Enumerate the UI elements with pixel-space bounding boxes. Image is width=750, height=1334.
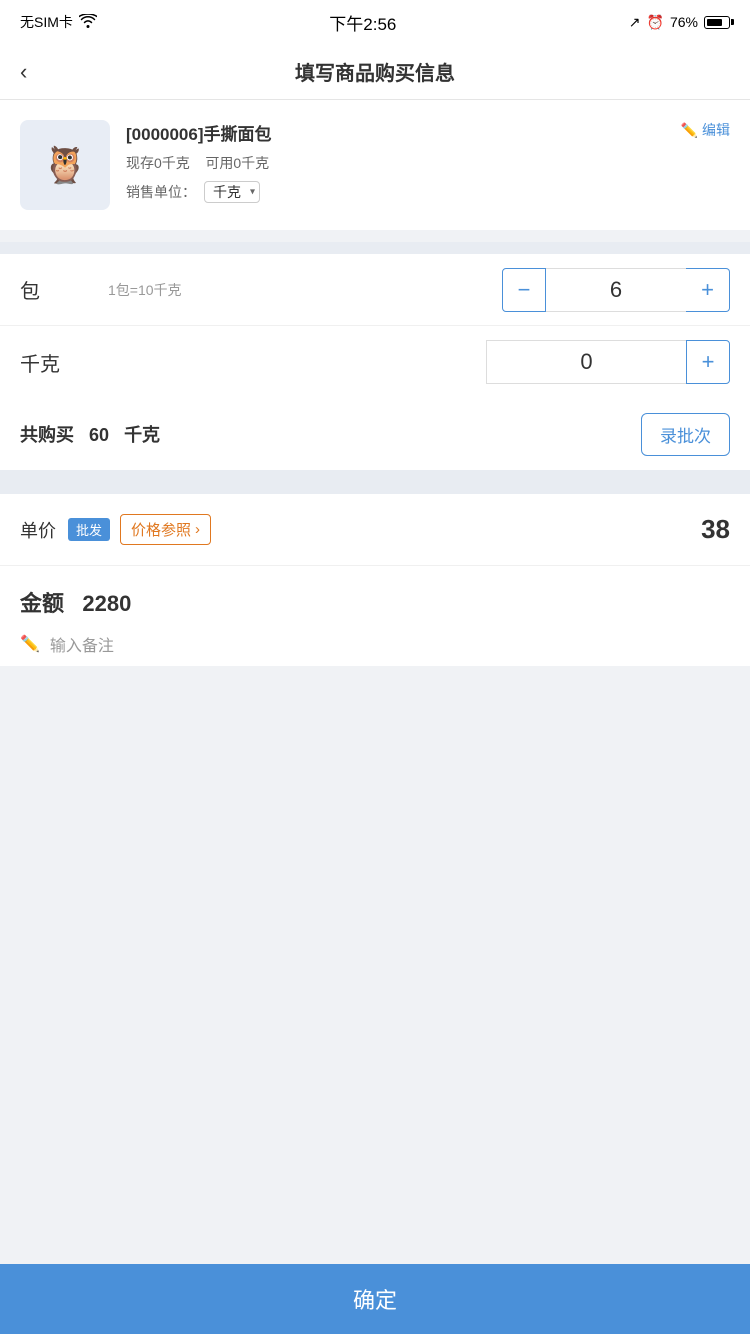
status-bar: 无SIM卡 下午2:56 ↗ ⏰ 76% — [0, 0, 750, 44]
product-info: [0000006]手撕面包 ✏️ 编辑 现存0千克 可用0千克 销售单位： 千克 — [126, 120, 730, 203]
back-button[interactable]: ‹ — [20, 59, 27, 85]
unit-select-wrap[interactable]: 千克 — [204, 181, 260, 203]
note-placeholder: 输入备注 — [50, 632, 114, 656]
bag-controls: − + — [502, 268, 730, 312]
product-image: 🦉 — [20, 120, 110, 210]
product-name: [0000006]手撕面包 — [126, 120, 272, 145]
product-card: 🦉 [0000006]手撕面包 ✏️ 编辑 现存0千克 可用0千克 销售单位： … — [0, 100, 750, 230]
kg-input[interactable] — [486, 340, 686, 384]
edit-label: 编辑 — [702, 120, 730, 140]
price-label: 单价 — [20, 517, 56, 543]
location-icon: ↗ — [629, 14, 641, 31]
nav-bar: ‹ 填写商品购买信息 — [0, 44, 750, 100]
amount-value: 2280 — [82, 591, 131, 616]
bag-minus-button[interactable]: − — [502, 268, 546, 312]
battery-icon — [704, 16, 730, 29]
product-unit: 销售单位： 千克 — [126, 181, 730, 203]
confirm-button[interactable]: 确定 — [353, 1283, 397, 1315]
input-section: 包 1包=10千克 − + 千克 + — [0, 254, 750, 398]
note-pencil-icon: ✏️ — [20, 634, 40, 654]
kg-plus-button[interactable]: + — [686, 340, 730, 384]
wifi-icon — [79, 14, 97, 31]
price-section: 单价 批发 价格参照 › 38 — [0, 482, 750, 565]
price-ref-label: 价格参照 — [131, 519, 191, 540]
status-time: 下午2:56 — [329, 10, 396, 35]
kg-label: 千克 — [20, 348, 100, 377]
price-ref-button[interactable]: 价格参照 › — [120, 514, 211, 545]
total-text: 共购买 60 千克 — [20, 421, 641, 447]
divider-2 — [0, 470, 750, 482]
page-title: 填写商品购买信息 — [295, 57, 455, 86]
product-stock: 现存0千克 可用0千克 — [126, 153, 730, 173]
kg-row: 千克 + — [0, 326, 750, 398]
batch-button[interactable]: 录批次 — [641, 413, 730, 456]
edit-button[interactable]: ✏️ 编辑 — [681, 120, 730, 140]
note-row[interactable]: ✏️ 输入备注 — [20, 632, 730, 656]
bag-row: 包 1包=10千克 − + — [0, 254, 750, 326]
empty-space — [0, 666, 750, 966]
bag-plus-button[interactable]: + — [686, 268, 730, 312]
carrier-text: 无SIM卡 — [20, 12, 73, 32]
bag-input[interactable] — [546, 268, 686, 312]
amount-section: 金额 2280 ✏️ 输入备注 — [0, 565, 750, 666]
product-logo: 🦉 — [43, 144, 88, 186]
bag-label: 包 — [20, 275, 100, 304]
kg-controls: + — [486, 340, 730, 384]
status-right: ↗ ⏰ 76% — [629, 14, 730, 31]
total-amount: 60 — [89, 425, 109, 445]
amount-row: 金额 2280 — [20, 586, 730, 618]
edit-pencil-icon: ✏️ — [681, 122, 698, 139]
unit-select[interactable]: 千克 — [204, 181, 260, 203]
battery-percent: 76% — [670, 14, 698, 30]
total-section: 共购买 60 千克 录批次 — [0, 398, 750, 470]
price-value: 38 — [701, 514, 730, 545]
status-left: 无SIM卡 — [20, 12, 97, 32]
alarm-icon: ⏰ — [647, 14, 664, 31]
divider-1 — [0, 242, 750, 254]
bag-sublabel: 1包=10千克 — [108, 280, 502, 300]
price-tag: 批发 — [68, 518, 110, 541]
price-ref-chevron: › — [195, 521, 200, 538]
confirm-bar[interactable]: 确定 — [0, 1264, 750, 1334]
